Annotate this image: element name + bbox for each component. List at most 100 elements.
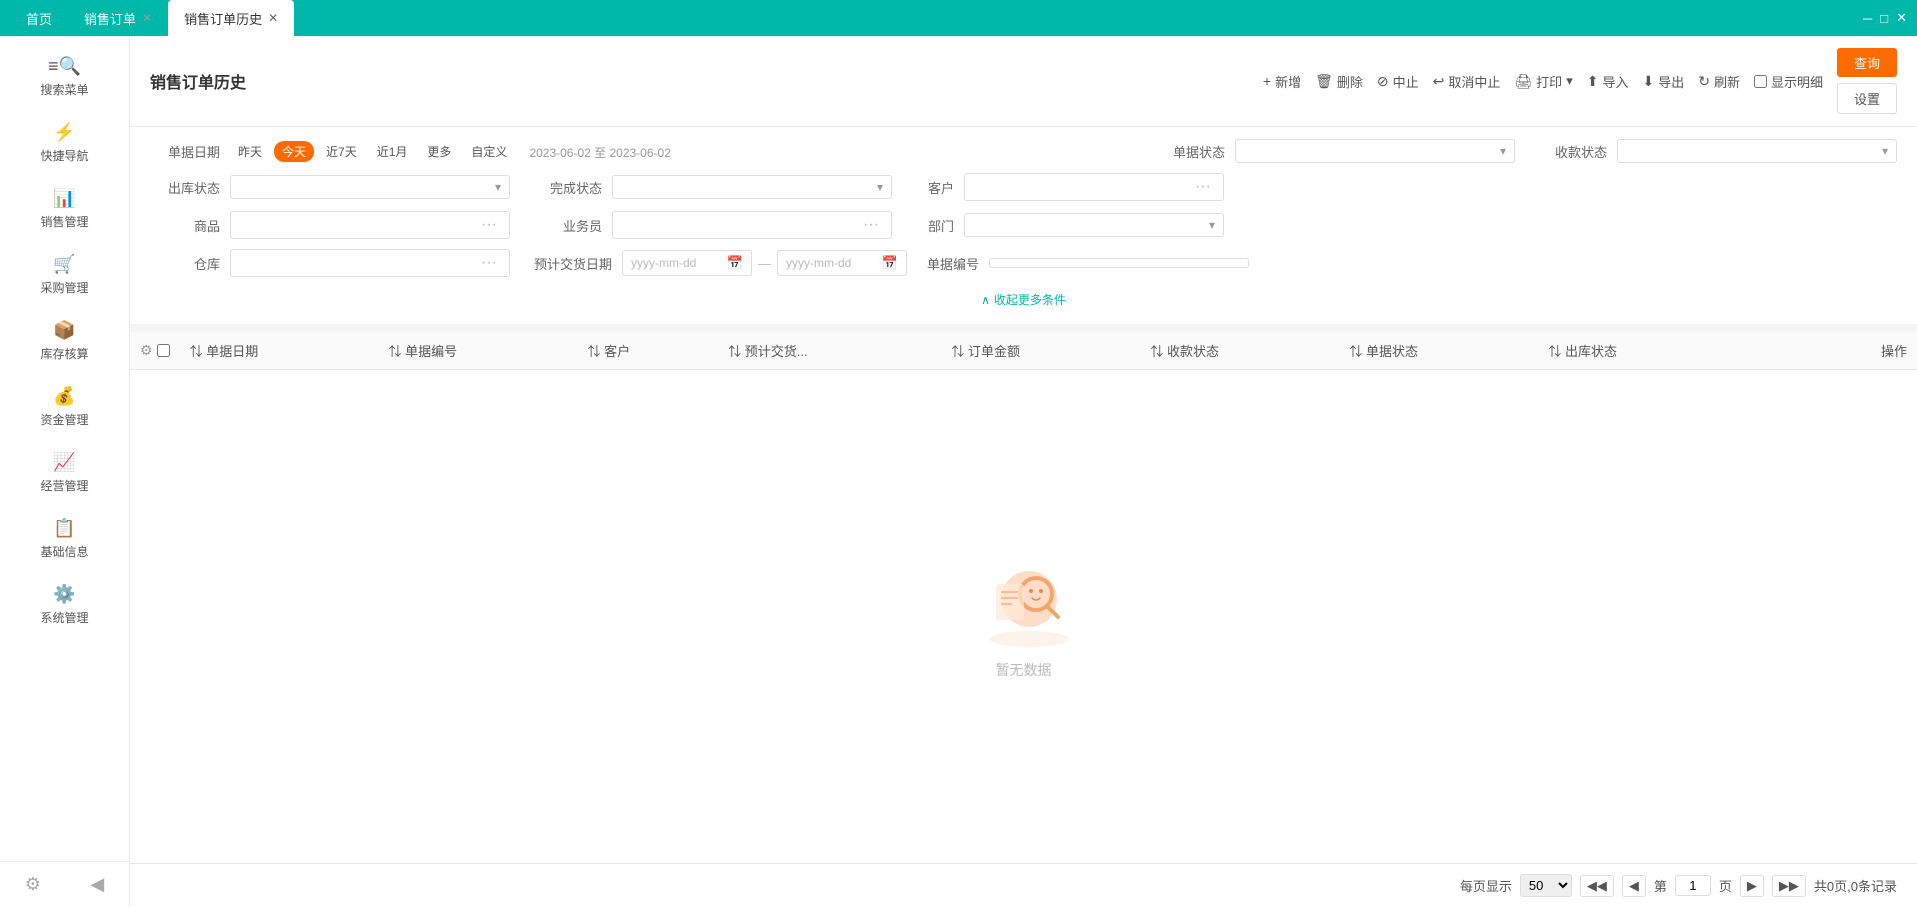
date-control: 昨天 今天 近7天 近1月 更多 自定义 2023-06-02 至 2023-0…: [230, 141, 1145, 162]
cancel-stop-label: 取消中止: [1448, 72, 1500, 91]
stop-label: 中止: [1393, 72, 1419, 91]
sidebar-item-inventory-check-label: 库存核算: [40, 345, 88, 362]
cancel-stop-button[interactable]: ↩ 取消中止: [1433, 72, 1501, 91]
delete-button[interactable]: 🗑 删除: [1315, 72, 1363, 91]
stop-button[interactable]: ⊘ 中止: [1377, 72, 1419, 91]
sidebar-collapse-icon[interactable]: ◀: [90, 874, 104, 895]
last-page-button[interactable]: ▶▶: [1772, 875, 1806, 897]
tab-home[interactable]: 首页: [10, 0, 68, 36]
basic-info-icon: 📋: [53, 518, 75, 539]
date-tab-7days[interactable]: 近7天: [318, 141, 365, 162]
date-tab-yesterday[interactable]: 昨天: [230, 141, 270, 162]
current-page-input[interactable]: 1: [1675, 875, 1711, 896]
tab-sales-order-history[interactable]: 销售订单历史 ✕: [168, 0, 294, 36]
tab-sales-order[interactable]: 销售订单 ✕: [68, 0, 168, 36]
customer-dots[interactable]: ···: [1191, 178, 1215, 196]
delivery-date-end-input[interactable]: yyyy-mm-dd 📅: [777, 250, 907, 276]
page-size-select[interactable]: 50 10 20 100: [1520, 874, 1572, 897]
new-button[interactable]: + 新增: [1263, 72, 1301, 91]
collapse-arrow-icon: ∧: [981, 293, 990, 307]
print-button[interactable]: 🖨 打印 ▾: [1514, 72, 1572, 91]
quick-nav-icon: ⚡: [53, 122, 75, 143]
customer-label: 客户: [904, 178, 964, 197]
sidebar-bottom: ⚙ ◀: [0, 861, 129, 907]
layout: ≡🔍 搜索菜单 ⚡ 快捷导航 📊 销售管理 🛒 采购管理 📦 库存核算 💰 资金…: [0, 36, 1917, 907]
sidebar-item-basic-info[interactable]: 📋 基础信息: [0, 506, 129, 572]
display-detail-checkbox[interactable]: 显示明细: [1754, 72, 1823, 91]
close-icon[interactable]: ✕: [1896, 10, 1907, 26]
goods-dots[interactable]: ···: [477, 216, 501, 234]
display-detail-input[interactable]: [1754, 75, 1767, 88]
delivery-date-label: 预计交货日期: [522, 254, 622, 273]
table-header-row: ⚙ ⇅ 单据日期 ⇅ 单据编号: [130, 332, 1917, 370]
tab-sales-order-close[interactable]: ✕: [142, 11, 152, 25]
collection-status-label: 收款状态: [1527, 142, 1617, 161]
minimize-icon[interactable]: ─: [1863, 11, 1872, 26]
warehouse-select[interactable]: ···: [230, 249, 510, 277]
date-tab-more[interactable]: 更多: [419, 141, 459, 162]
delivery-date-start-text: yyyy-mm-dd: [631, 256, 727, 270]
complete-status-arrow: ▾: [877, 180, 883, 194]
th-amount: ⇅ 订单金额: [941, 332, 1140, 370]
calendar-start-icon[interactable]: 📅: [727, 255, 743, 271]
sidebar-item-capital-mgmt[interactable]: 💰 资金管理: [0, 374, 129, 440]
order-status-select[interactable]: ▾: [1235, 139, 1515, 163]
sales-mgmt-icon: 📊: [53, 188, 75, 209]
page-size-label: 每页显示: [1460, 876, 1512, 895]
sidebar-item-purchase-mgmt-label: 采购管理: [40, 279, 88, 296]
th-action: 操作: [1737, 332, 1917, 370]
calendar-end-icon[interactable]: 📅: [882, 255, 898, 271]
page-title: 销售订单历史: [150, 69, 246, 93]
sidebar-item-quick-nav[interactable]: ⚡ 快捷导航: [0, 110, 129, 176]
collection-status-select[interactable]: ▾: [1617, 139, 1897, 163]
empty-illustration: [974, 554, 1084, 654]
export-icon: ⬇: [1642, 73, 1654, 90]
sidebar-item-purchase-mgmt[interactable]: 🛒 采购管理: [0, 242, 129, 308]
new-icon: +: [1263, 73, 1271, 89]
ops-mgmt-icon: 📈: [53, 452, 75, 473]
sidebar-item-inventory-check[interactable]: 📦 库存核算: [0, 308, 129, 374]
prev-page-button[interactable]: ◀: [1622, 875, 1646, 897]
date-range-text: 2023-06-02 至 2023-06-02: [529, 144, 670, 161]
tab-home-label: 首页: [26, 9, 52, 28]
export-label: 导出: [1658, 72, 1684, 91]
sales-rep-dots[interactable]: ···: [859, 216, 883, 234]
dept-select[interactable]: ▾: [964, 213, 1224, 237]
sidebar-item-sales-mgmt[interactable]: 📊 销售管理: [0, 176, 129, 242]
customer-select[interactable]: ···: [964, 173, 1224, 201]
export-button[interactable]: ⬇ 导出: [1642, 72, 1684, 91]
order-no-input[interactable]: [989, 258, 1249, 268]
tab-sales-order-history-close[interactable]: ✕: [268, 11, 278, 25]
th-no-sort: ⇅: [389, 344, 406, 359]
warehouse-dots[interactable]: ···: [477, 254, 501, 272]
th-checkbox: ⚙: [130, 332, 180, 370]
set-button[interactable]: 设置: [1837, 83, 1897, 114]
sidebar-item-ops-mgmt[interactable]: 📈 经营管理: [0, 440, 129, 506]
complete-status-select[interactable]: ▾: [612, 175, 892, 199]
collapse-button[interactable]: ∧ 收起更多条件: [150, 287, 1897, 312]
gear-icon[interactable]: ⚙: [140, 342, 153, 359]
sidebar-settings-icon[interactable]: ⚙: [25, 874, 41, 895]
print-icon: 🖨: [1514, 73, 1532, 90]
delivery-date-start-input[interactable]: yyyy-mm-dd 📅: [622, 250, 752, 276]
page-label-pre: 第: [1654, 876, 1667, 895]
th-out-status-sort: ⇅: [1548, 344, 1565, 359]
query-button[interactable]: 查询: [1837, 48, 1897, 77]
display-detail-label: 显示明细: [1771, 72, 1823, 91]
goods-select[interactable]: ···: [230, 211, 510, 239]
date-tab-1month[interactable]: 近1月: [369, 141, 416, 162]
select-all-checkbox[interactable]: [157, 344, 170, 357]
next-page-button[interactable]: ▶: [1740, 875, 1764, 897]
first-page-button[interactable]: ◀◀: [1580, 875, 1614, 897]
topbar: 首页 销售订单 ✕ 销售订单历史 ✕ ─ □ ✕: [0, 0, 1917, 36]
sidebar-item-search-menu[interactable]: ≡🔍 搜索菜单: [0, 44, 129, 110]
date-tab-today[interactable]: 今天: [274, 141, 314, 162]
maximize-icon[interactable]: □: [1880, 11, 1888, 26]
out-status-select[interactable]: ▾: [230, 175, 510, 199]
dept-arrow: ▾: [1209, 218, 1215, 232]
sales-rep-select[interactable]: ···: [612, 211, 892, 239]
sidebar-item-system-mgmt[interactable]: ⚙️ 系统管理: [0, 572, 129, 638]
import-button[interactable]: ⬆ 导入: [1587, 72, 1629, 91]
date-tab-custom[interactable]: 自定义: [463, 141, 515, 162]
refresh-button[interactable]: ↻ 刷新: [1698, 72, 1740, 91]
